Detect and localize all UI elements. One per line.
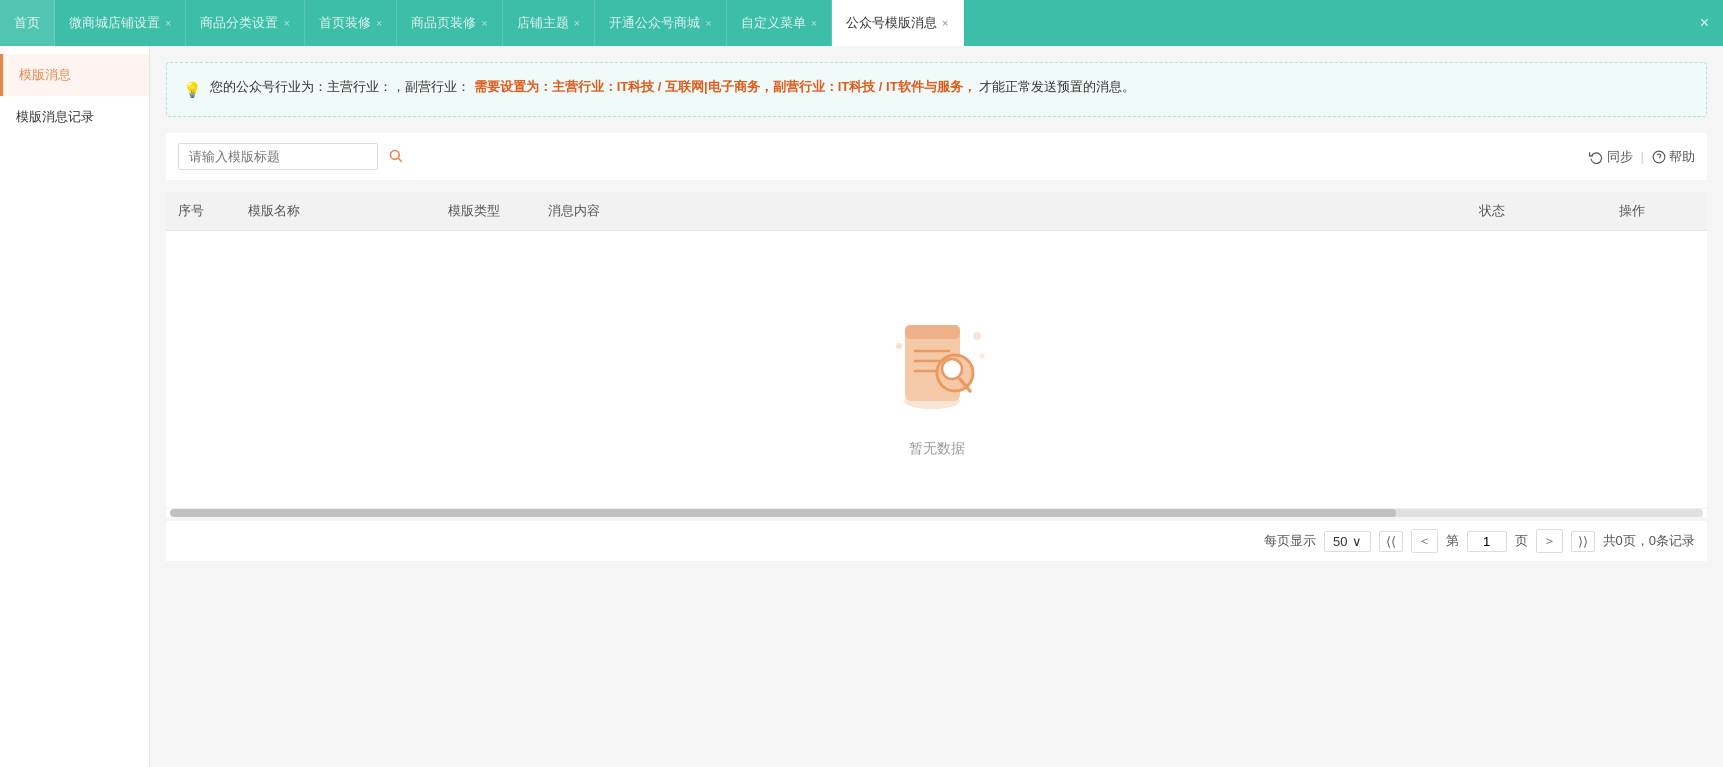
- per-page-select[interactable]: 50 ∨: [1324, 531, 1370, 552]
- tab-custom-menu-label: 自定义菜单: [741, 14, 806, 32]
- tab-category-settings[interactable]: 商品分类设置 ×: [186, 0, 304, 46]
- col-header-content: 消息内容: [536, 192, 1467, 231]
- page-label: 第: [1446, 532, 1459, 550]
- tab-home[interactable]: 首页: [0, 0, 55, 46]
- top-nav-bar: 首页 微商城店铺设置 × 商品分类设置 × 首页装修 × 商品页装修 × 店铺主…: [0, 0, 1723, 46]
- tab-shop-theme[interactable]: 店铺主题 ×: [503, 0, 595, 46]
- tab-home-decoration[interactable]: 首页装修 ×: [305, 0, 397, 46]
- close-icon[interactable]: ×: [942, 17, 948, 29]
- col-header-status: 状态: [1467, 192, 1607, 231]
- svg-point-11: [942, 359, 962, 379]
- search-icon: [388, 148, 403, 163]
- empty-state-cell: 暂无数据: [166, 231, 1707, 509]
- toolbar-right: 同步 | 帮助: [1589, 148, 1695, 166]
- horizontal-scrollbar-area: [166, 509, 1707, 517]
- close-all-tabs-button[interactable]: ×: [1686, 14, 1723, 32]
- close-icon[interactable]: ×: [811, 17, 817, 29]
- search-area: [178, 143, 409, 170]
- sync-icon: [1589, 150, 1603, 164]
- tab-open-mall[interactable]: 开通公众号商城 ×: [595, 0, 726, 46]
- help-label: 帮助: [1669, 148, 1695, 166]
- page-unit: 页: [1515, 532, 1528, 550]
- sync-button[interactable]: 同步: [1589, 148, 1633, 166]
- notice-box: 💡 您的公众号行业为：主营行业：，副营行业： 需要设置为：主营行业：IT科技 /…: [166, 62, 1707, 117]
- toolbar-row: 同步 | 帮助: [166, 133, 1707, 180]
- main-layout: 模版消息 模版消息记录 💡 您的公众号行业为：主营行业：，副营行业： 需要设置为…: [0, 46, 1723, 767]
- next-page-button[interactable]: ＞: [1536, 529, 1563, 553]
- per-page-label: 每页显示: [1264, 532, 1316, 550]
- col-header-action: 操作: [1607, 192, 1707, 231]
- sidebar-item-template-message[interactable]: 模版消息: [0, 54, 149, 96]
- svg-point-13: [896, 343, 902, 349]
- col-header-name: 模版名称: [236, 192, 436, 231]
- tab-category-settings-label: 商品分类设置: [200, 14, 278, 32]
- tab-custom-menu[interactable]: 自定义菜单 ×: [727, 0, 832, 46]
- tab-product-decoration-label: 商品页装修: [411, 14, 476, 32]
- col-header-type: 模版类型: [436, 192, 536, 231]
- sync-label: 同步: [1607, 148, 1633, 166]
- svg-point-14: [973, 332, 981, 340]
- content-area: 💡 您的公众号行业为：主营行业：，副营行业： 需要设置为：主营行业：IT科技 /…: [150, 46, 1723, 767]
- table-header-row: 序号 模版名称 模版类型 消息内容 状态: [166, 192, 1707, 231]
- tab-open-mall-label: 开通公众号商城: [609, 14, 700, 32]
- col-header-seq: 序号: [166, 192, 236, 231]
- search-input[interactable]: [178, 143, 378, 170]
- data-table: 序号 模版名称 模版类型 消息内容 状态: [166, 192, 1707, 509]
- page-number-input[interactable]: [1467, 531, 1507, 552]
- sidebar-item-template-record[interactable]: 模版消息记录: [0, 96, 149, 138]
- bulb-icon: 💡: [183, 78, 202, 102]
- tab-shop-theme-label: 店铺主题: [517, 14, 569, 32]
- empty-state: 暂无数据: [178, 241, 1695, 498]
- tab-shop-settings[interactable]: 微商城店铺设置 ×: [55, 0, 186, 46]
- empty-state-row: 暂无数据: [166, 231, 1707, 509]
- close-icon[interactable]: ×: [481, 17, 487, 29]
- close-icon[interactable]: ×: [165, 17, 171, 29]
- close-icon[interactable]: ×: [574, 17, 580, 29]
- svg-point-0: [391, 150, 400, 159]
- per-page-value: 50: [1333, 534, 1347, 549]
- empty-state-icon: [877, 301, 997, 421]
- tab-template-message[interactable]: 公众号模版消息 ×: [832, 0, 963, 46]
- close-icon[interactable]: ×: [376, 17, 382, 29]
- search-button[interactable]: [382, 144, 409, 170]
- tab-product-decoration[interactable]: 商品页装修 ×: [397, 0, 502, 46]
- tab-shop-settings-label: 微商城店铺设置: [69, 14, 160, 32]
- chevron-down-icon: ∨: [1352, 534, 1362, 549]
- first-page-button[interactable]: ⟨⟨: [1379, 531, 1403, 552]
- empty-text: 暂无数据: [178, 440, 1695, 458]
- pagination-row: 每页显示 50 ∨ ⟨⟨ ＜ 第 页 ＞ ⟩⟩ 共0页，0条记录: [166, 521, 1707, 561]
- prev-page-button[interactable]: ＜: [1411, 529, 1438, 553]
- svg-line-1: [398, 158, 401, 161]
- total-info: 共0页，0条记录: [1603, 532, 1695, 550]
- tab-home-decoration-label: 首页装修: [319, 14, 371, 32]
- close-icon[interactable]: ×: [705, 17, 711, 29]
- tab-template-message-label: 公众号模版消息: [846, 14, 937, 32]
- help-button[interactable]: 帮助: [1652, 148, 1695, 166]
- scrollbar-thumb: [170, 509, 1396, 517]
- svg-rect-6: [905, 325, 960, 339]
- close-icon[interactable]: ×: [283, 17, 289, 29]
- help-icon: [1652, 150, 1666, 164]
- last-page-button[interactable]: ⟩⟩: [1571, 531, 1595, 552]
- horizontal-scrollbar[interactable]: [170, 509, 1703, 517]
- svg-point-15: [979, 354, 984, 359]
- divider: |: [1641, 149, 1644, 164]
- tab-home-label: 首页: [14, 14, 40, 32]
- sidebar-item-label: 模版消息记录: [16, 109, 94, 124]
- sidebar: 模版消息 模版消息记录: [0, 46, 150, 767]
- notice-text: 您的公众号行业为：主营行业：，副营行业： 需要设置为：主营行业：IT科技 / 互…: [210, 77, 1135, 98]
- sidebar-item-label: 模版消息: [19, 67, 71, 82]
- data-table-wrapper: 序号 模版名称 模版类型 消息内容 状态: [166, 192, 1707, 509]
